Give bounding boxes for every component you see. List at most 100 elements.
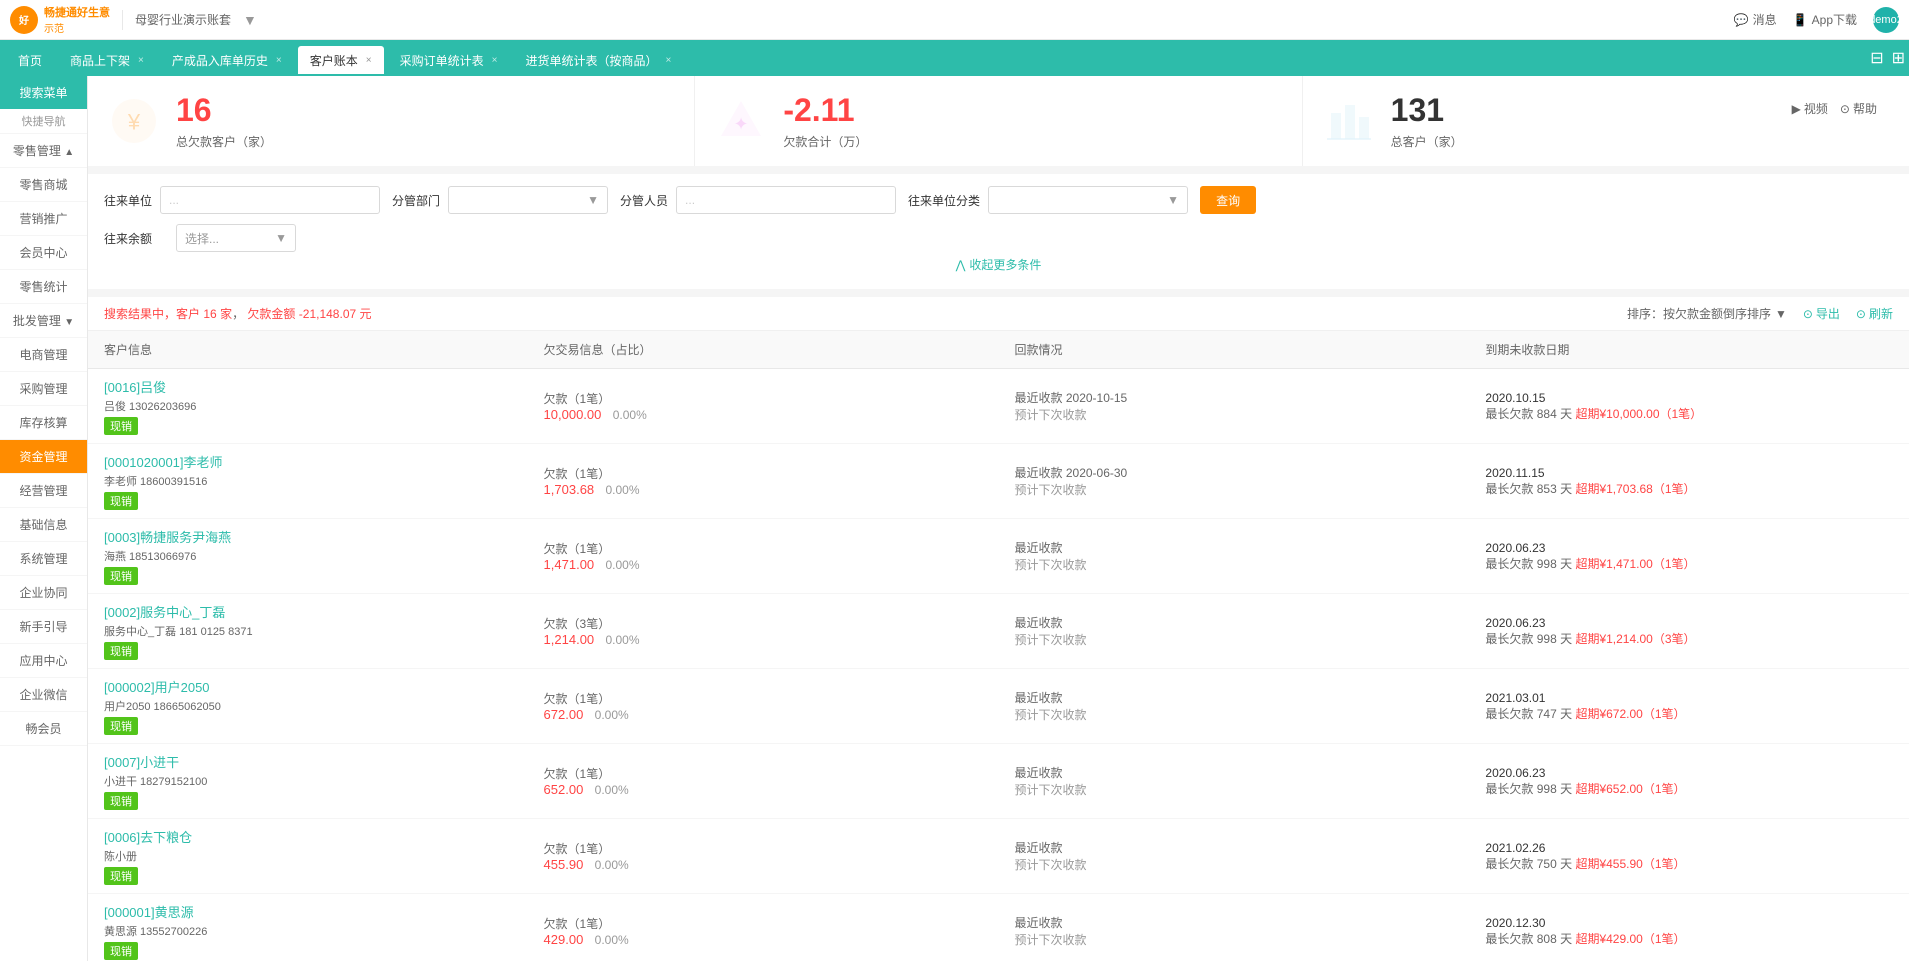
customer-name-link[interactable]: [000001]黄思源 xyxy=(104,905,194,920)
overdue-amount[interactable]: 超期¥10,000.00（1笔） xyxy=(1575,407,1702,421)
debt-amount: 652.00 xyxy=(544,782,584,797)
top-bar: 好 畅捷通好生意 示范 母婴行业演示账套 ▼ 💬 消息 📱 App下载 demo… xyxy=(0,0,1909,40)
collapse-button[interactable]: ⋀ 收起更多条件 xyxy=(104,252,1893,277)
customer-name-link[interactable]: [0007]小进干 xyxy=(104,755,179,770)
customer-name-link[interactable]: [0002]服务中心_丁磊 xyxy=(104,605,225,620)
tab-close-icon[interactable]: × xyxy=(665,55,671,66)
sidebar-item-retail-mall[interactable]: 零售商城 xyxy=(0,168,87,202)
stats-row: ¥ 16 总欠款客户（家） ✦ -2.11 欠款合计（万） xyxy=(88,76,1909,166)
sidebar-item-enterprise-wechat[interactable]: 企业微信 xyxy=(0,678,87,712)
overdue-amount[interactable]: 超期¥1,703.68（1笔） xyxy=(1575,482,1695,496)
category-select[interactable]: ▼ xyxy=(988,186,1188,214)
result-actions: 排序：按欠款金额倒序排序 ▼ ⊙ 导出 ⊙ 刷新 xyxy=(1627,305,1893,322)
cell-return-2: 最近收款 预计下次收款 xyxy=(998,519,1469,594)
debt-amount-number: -2.11 xyxy=(783,92,1281,129)
avatar[interactable]: demo2 xyxy=(1873,7,1899,33)
debt-customers-number: 16 xyxy=(176,92,674,129)
tab-close-icon[interactable]: × xyxy=(492,55,498,66)
result-info: 搜索结果中，客户 16 家， 欠款金额 -21,148.07 元 xyxy=(104,305,372,322)
sidebar-item-wholesale-mgmt[interactable]: 批发管理 ▼ xyxy=(0,304,87,338)
tab-purchase-stats[interactable]: 采购订单统计表 × xyxy=(388,46,510,74)
sidebar-item-marketing[interactable]: 营销推广 xyxy=(0,202,87,236)
stat-card-debt-customers: ¥ 16 总欠款客户（家） xyxy=(88,76,695,166)
customer-name-link[interactable]: [0006]去下粮仓 xyxy=(104,830,192,845)
message-btn[interactable]: 💬 消息 xyxy=(1734,11,1777,28)
overdue-amount[interactable]: 超期¥1,214.00（3笔） xyxy=(1575,632,1695,646)
refresh-btn[interactable]: ⊙ 刷新 xyxy=(1856,305,1893,322)
overdue-days: 最长欠款 750 天 xyxy=(1485,857,1575,871)
sidebar-item-operations[interactable]: 经营管理 xyxy=(0,474,87,508)
tab-home[interactable]: 首页 xyxy=(6,46,54,74)
sidebar-item-enterprise-collab[interactable]: 企业协同 xyxy=(0,576,87,610)
tab-bar: 首页 商品上下架 × 产成品入库单历史 × 客户账本 × 采购订单统计表 × 进… xyxy=(0,40,1909,76)
tab-production-history[interactable]: 产成品入库单历史 × xyxy=(160,46,294,74)
debt-pct: 0.00% xyxy=(595,858,629,872)
result-bar: 搜索结果中，客户 16 家， 欠款金额 -21,148.07 元 排序：按欠款金… xyxy=(88,297,1909,331)
help-btn[interactable]: ⊙ 帮助 xyxy=(1840,100,1877,117)
cell-customer-0: [0016]吕俊 吕俊 13026203696 现销 xyxy=(88,369,528,444)
customer-name-link[interactable]: [0016]吕俊 xyxy=(104,380,166,395)
export-btn[interactable]: ⊙ 导出 xyxy=(1803,305,1840,322)
overdue-amount[interactable]: 超期¥672.00（1笔） xyxy=(1575,707,1685,721)
cell-debt-7: 欠款（1笔） 429.00 0.00% xyxy=(528,894,999,961)
overdue-amount[interactable]: 超期¥429.00（1笔） xyxy=(1575,932,1685,946)
cell-debt-5: 欠款（1笔） 652.00 0.00% xyxy=(528,744,999,819)
svg-text:¥: ¥ xyxy=(127,109,141,134)
view-btn[interactable]: ▶ 视频 xyxy=(1792,100,1828,117)
sidebar-item-finance[interactable]: 资金管理 xyxy=(0,440,87,474)
balance-label: 往来余额 xyxy=(104,230,164,247)
tab-minimize-icon[interactable]: ⊟ xyxy=(1870,48,1883,68)
tab-close-icon[interactable]: × xyxy=(138,55,144,66)
dept-select[interactable]: ▼ xyxy=(448,186,608,214)
cell-return-6: 最近收款 预计下次收款 xyxy=(998,819,1469,894)
logo-text: 畅捷通好生意 示范 xyxy=(44,4,110,35)
customer-name-link[interactable]: [0001020001]李老师 xyxy=(104,455,223,470)
overdue-amount[interactable]: 超期¥652.00（1笔） xyxy=(1575,782,1685,796)
tab-purchase-goods-stats[interactable]: 进货单统计表（按商品） × xyxy=(513,46,683,74)
sidebar-item-chang-member[interactable]: 畅会员 xyxy=(0,712,87,746)
customer-tag: 现销 xyxy=(104,792,138,810)
customer-name-link[interactable]: [000002]用户2050 xyxy=(104,680,210,695)
sidebar-item-retail-mgmt[interactable]: 零售管理 ▲ xyxy=(0,134,87,168)
app-download-btn[interactable]: 📱 App下载 xyxy=(1793,11,1857,28)
sidebar-item-system[interactable]: 系统管理 xyxy=(0,542,87,576)
content-area: ¥ 16 总欠款客户（家） ✦ -2.11 欠款合计（万） xyxy=(88,76,1909,961)
table-row: [0001020001]李老师 李老师 18600391516 现销 欠款（1笔… xyxy=(88,444,1909,519)
store-dropdown-icon[interactable]: ▼ xyxy=(243,12,257,28)
svg-text:✦: ✦ xyxy=(734,114,749,134)
sidebar-item-purchase[interactable]: 采购管理 xyxy=(0,372,87,406)
sort-arrow-icon: ▼ xyxy=(1775,307,1787,321)
overdue-amount[interactable]: 超期¥455.90（1笔） xyxy=(1575,857,1685,871)
debt-pct: 0.00% xyxy=(606,633,640,647)
balance-select[interactable]: 选择... ▼ xyxy=(176,224,296,252)
cell-return-5: 最近收款 预计下次收款 xyxy=(998,744,1469,819)
sidebar-item-member[interactable]: 会员中心 xyxy=(0,236,87,270)
tab-close-icon[interactable]: × xyxy=(366,55,372,66)
tab-maximize-icon[interactable]: ⊞ xyxy=(1892,48,1905,68)
overdue-amount[interactable]: 超期¥1,471.00（1笔） xyxy=(1575,557,1695,571)
sidebar-search[interactable]: 搜索菜单 xyxy=(0,76,87,109)
tab-close-icon[interactable]: × xyxy=(276,55,282,66)
tab-product-shelves[interactable]: 商品上下架 × xyxy=(58,46,156,74)
sidebar-item-basic-info[interactable]: 基础信息 xyxy=(0,508,87,542)
filter-area: 往来单位 ... 分管部门 ▼ 分管人员 ... xyxy=(88,174,1909,289)
sidebar-item-retail-stats[interactable]: 零售统计 xyxy=(0,270,87,304)
person-input[interactable]: ... xyxy=(676,186,896,214)
filter-row-2: 往来余额 选择... ▼ xyxy=(104,224,1893,252)
sort-select[interactable]: 排序：按欠款金额倒序排序 ▼ xyxy=(1627,305,1787,322)
tab-customer-ledger[interactable]: 客户账本 × xyxy=(298,46,384,74)
stat-icon-customers xyxy=(1323,95,1375,147)
sidebar-item-inventory[interactable]: 库存核算 xyxy=(0,406,87,440)
customer-tag: 现销 xyxy=(104,717,138,735)
overdue-days: 最长欠款 884 天 xyxy=(1485,407,1575,421)
sidebar-item-app-center[interactable]: 应用中心 xyxy=(0,644,87,678)
category-label: 往来单位分类 xyxy=(908,192,980,209)
sidebar-item-new-guide[interactable]: 新手引导 xyxy=(0,610,87,644)
debt-amount: 455.90 xyxy=(544,857,584,872)
query-button[interactable]: 查询 xyxy=(1200,186,1256,214)
sidebar-item-ecommerce[interactable]: 电商管理 xyxy=(0,338,87,372)
customer-name-link[interactable]: [0003]畅捷服务尹海燕 xyxy=(104,530,231,545)
col-header-debt: 欠交易信息（占比） xyxy=(528,331,999,369)
supplier-input[interactable]: ... xyxy=(160,186,380,214)
tab-bar-right: ⊟ ⊞ xyxy=(1870,48,1905,68)
